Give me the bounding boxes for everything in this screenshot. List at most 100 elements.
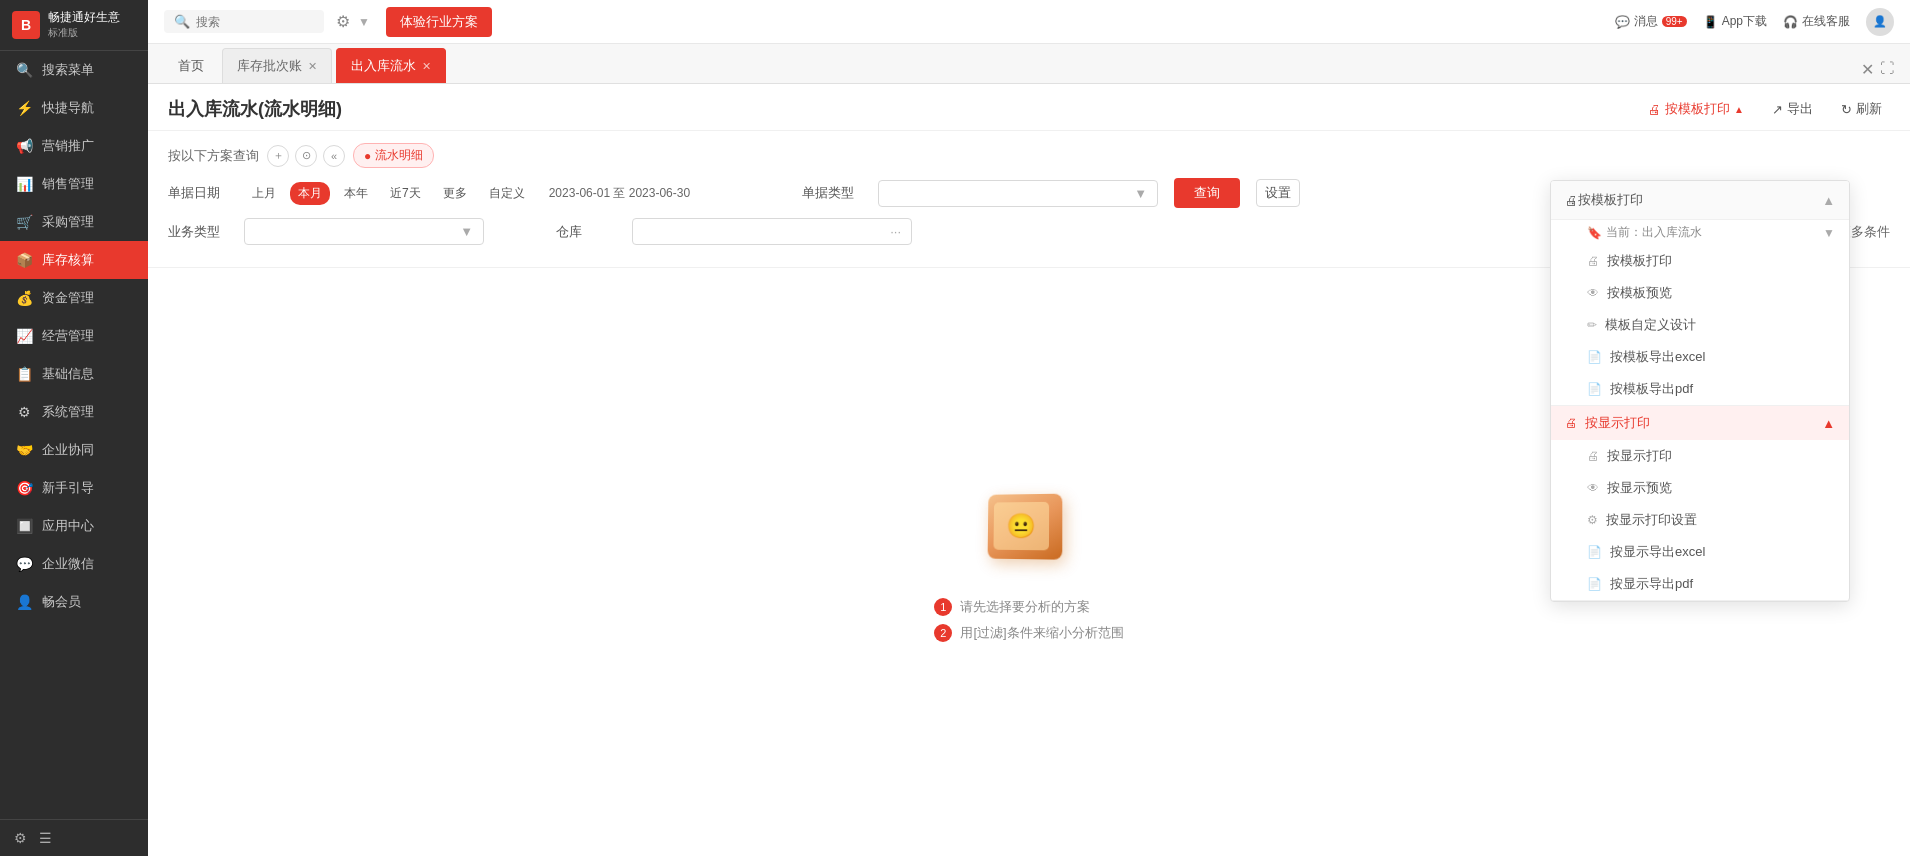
tab-close-all-icon[interactable]: ✕: [1861, 60, 1874, 79]
sidebar-scroll: 🔍 搜索菜单 ⚡ 快捷导航 📢 营销推广 📊 销售管理 🛒 采购管理 📦 库存核…: [0, 51, 148, 819]
print-dropdown-panel: 🖨 按模板打印 ▲ 🔖 当前：出入库流水 ▼ 🖨 按模板打印: [1550, 180, 1850, 602]
guide-icon: 🎯: [14, 480, 34, 496]
date-option-this-year[interactable]: 本年: [336, 182, 376, 205]
tab-batch-account-close[interactable]: ✕: [308, 60, 317, 73]
template-preview-icon: 👁: [1587, 286, 1599, 300]
tab-home-label: 首页: [178, 57, 204, 75]
date-range-display: 2023-06-01 至 2023-06-30: [549, 185, 690, 202]
date-option-custom[interactable]: 自定义: [481, 182, 533, 205]
doc-type-select[interactable]: ▼: [878, 180, 1158, 207]
sidebar-item-basic-info[interactable]: 📋 基础信息: [0, 355, 148, 393]
dropdown-up-arrow-icon[interactable]: ▲: [1822, 193, 1835, 208]
logo-text: 畅捷通好生意: [48, 10, 120, 26]
template-print-item[interactable]: 🖨 按模板打印: [1551, 245, 1849, 277]
sidebar-item-quick-nav[interactable]: ⚡ 快捷导航: [0, 89, 148, 127]
display-preview-label: 按显示预览: [1607, 479, 1672, 497]
display-preview-icon: 👁: [1587, 481, 1599, 495]
date-filter-label: 单据日期: [168, 184, 228, 202]
page-header: 出入库流水(流水明细) 🖨 按模板打印 ▲ ↗ 导出 ↻ 刷新: [148, 84, 1910, 131]
filter-settings-icon[interactable]: ⊙: [295, 145, 317, 167]
user-avatar[interactable]: 👤: [1866, 8, 1894, 36]
filter-add-icon[interactable]: ＋: [267, 145, 289, 167]
customer-service-button[interactable]: 🎧 在线客服: [1783, 13, 1850, 30]
sidebar-item-inventory[interactable]: 📦 库存核算: [0, 241, 148, 279]
sidebar-settings-icon[interactable]: ⚙: [14, 830, 27, 846]
sidebar-item-cooperation[interactable]: 🤝 企业协同: [0, 431, 148, 469]
display-print-settings-item[interactable]: ⚙ 按显示打印设置: [1551, 504, 1849, 536]
sidebar-item-system[interactable]: ⚙ 系统管理: [0, 393, 148, 431]
search-input[interactable]: [196, 15, 306, 29]
template-custom-item[interactable]: ✏ 模板自定义设计: [1551, 309, 1849, 341]
sidebar-bottom: ⚙ ☰: [0, 819, 148, 856]
sidebar-item-guide[interactable]: 🎯 新手引导: [0, 469, 148, 507]
sidebar-item-marketing[interactable]: 📢 营销推广: [0, 127, 148, 165]
date-option-7days[interactable]: 近7天: [382, 182, 429, 205]
sidebar-item-app-center[interactable]: 🔲 应用中心: [0, 507, 148, 545]
date-options: 上月 本月 本年 近7天 更多 自定义: [244, 182, 533, 205]
refresh-button[interactable]: ↻ 刷新: [1833, 96, 1890, 122]
sidebar-item-label: 销售管理: [42, 175, 134, 193]
print-template-button[interactable]: 🖨 按模板打印 ▲: [1640, 96, 1752, 122]
query-button[interactable]: 查询: [1174, 178, 1240, 208]
sidebar-item-operations[interactable]: 📈 经营管理: [0, 317, 148, 355]
export-icon: ↗: [1772, 102, 1783, 117]
display-excel-item[interactable]: 📄 按显示导出excel: [1551, 536, 1849, 568]
tab-flow-detail[interactable]: 出入库流水 ✕: [336, 48, 446, 83]
template-custom-label: 模板自定义设计: [1605, 316, 1696, 334]
filter-icons: ＋ ⊙ «: [267, 145, 345, 167]
tab-flow-detail-close[interactable]: ✕: [422, 60, 431, 73]
current-template-label: 🔖 当前：出入库流水 ▼: [1551, 220, 1849, 245]
filter-section-label: 按以下方案查询: [168, 147, 259, 165]
app-download-button[interactable]: 📱 App下载: [1703, 13, 1767, 30]
tab-batch-account[interactable]: 库存批次账 ✕: [222, 48, 332, 83]
display-print-item[interactable]: 🖨 按显示打印: [1551, 440, 1849, 472]
app-center-icon: 🔲: [14, 518, 34, 534]
sidebar-item-purchase[interactable]: 🛒 采购管理: [0, 203, 148, 241]
display-print-section-header[interactable]: 🖨 按显示打印 ▲: [1551, 406, 1849, 440]
date-option-last-month[interactable]: 上月: [244, 182, 284, 205]
sidebar-item-label: 系统管理: [42, 403, 134, 421]
message-button[interactable]: 💬 消息 99+: [1615, 13, 1687, 30]
active-filter-tag[interactable]: ● 流水明细: [353, 143, 434, 168]
sidebar-item-member[interactable]: 👤 畅会员: [0, 583, 148, 621]
sidebar-item-search-menu[interactable]: 🔍 搜索菜单: [0, 51, 148, 89]
dropdown-arrow-icon[interactable]: ▼: [358, 15, 370, 29]
sidebar-item-label: 新手引导: [42, 479, 134, 497]
date-option-this-month[interactable]: 本月: [290, 182, 330, 205]
sidebar-item-sales[interactable]: 📊 销售管理: [0, 165, 148, 203]
template-pdf-item[interactable]: 📄 按模板导出pdf: [1551, 373, 1849, 405]
topbar-search-box[interactable]: 🔍: [164, 10, 324, 33]
date-option-more[interactable]: 更多: [435, 182, 475, 205]
query-label: 查询: [1194, 184, 1220, 202]
template-excel-icon: 📄: [1587, 350, 1602, 364]
settings-button[interactable]: 设置: [1256, 179, 1300, 207]
warehouse-label: 仓库: [556, 223, 616, 241]
settings-gear-icon[interactable]: ⚙: [336, 12, 350, 31]
page-actions: 🖨 按模板打印 ▲ ↗ 导出 ↻ 刷新: [1640, 96, 1890, 122]
sidebar-item-label: 搜索菜单: [42, 61, 134, 79]
export-button[interactable]: ↗ 导出: [1764, 96, 1821, 122]
tab-flow-detail-label: 出入库流水: [351, 57, 416, 75]
sidebar-item-label: 企业微信: [42, 555, 134, 573]
message-icon: 💬: [1615, 15, 1630, 29]
customer-service-label: 在线客服: [1802, 13, 1850, 30]
template-preview-item[interactable]: 👁 按模板预览: [1551, 277, 1849, 309]
filter-collapse-icon[interactable]: «: [323, 145, 345, 167]
template-print-section: 🖨 按模板打印 👁 按模板预览 ✏ 模板自定义设计 📄 按模板导出excel: [1551, 245, 1849, 406]
display-pdf-item[interactable]: 📄 按显示导出pdf: [1551, 568, 1849, 600]
biz-type-select[interactable]: ▼: [244, 218, 484, 245]
message-label: 消息: [1634, 13, 1658, 30]
sidebar-item-finance[interactable]: 💰 资金管理: [0, 279, 148, 317]
biz-type-label: 业务类型: [168, 223, 228, 241]
warehouse-select[interactable]: ···: [632, 218, 912, 245]
sidebar-menu-icon[interactable]: ☰: [39, 830, 52, 846]
display-print-settings-label: 按显示打印设置: [1606, 511, 1697, 529]
industry-solution-button[interactable]: 体验行业方案: [386, 7, 492, 37]
display-preview-item[interactable]: 👁 按显示预览: [1551, 472, 1849, 504]
tab-expand-icon[interactable]: ⛶: [1880, 60, 1894, 79]
sidebar-item-wechat[interactable]: 💬 企业微信: [0, 545, 148, 583]
empty-step-1: 1 请先选择要分析的方案: [934, 598, 1123, 616]
template-excel-item[interactable]: 📄 按模板导出excel: [1551, 341, 1849, 373]
box-body: 😐: [988, 494, 1063, 560]
tab-home[interactable]: 首页: [164, 49, 218, 83]
